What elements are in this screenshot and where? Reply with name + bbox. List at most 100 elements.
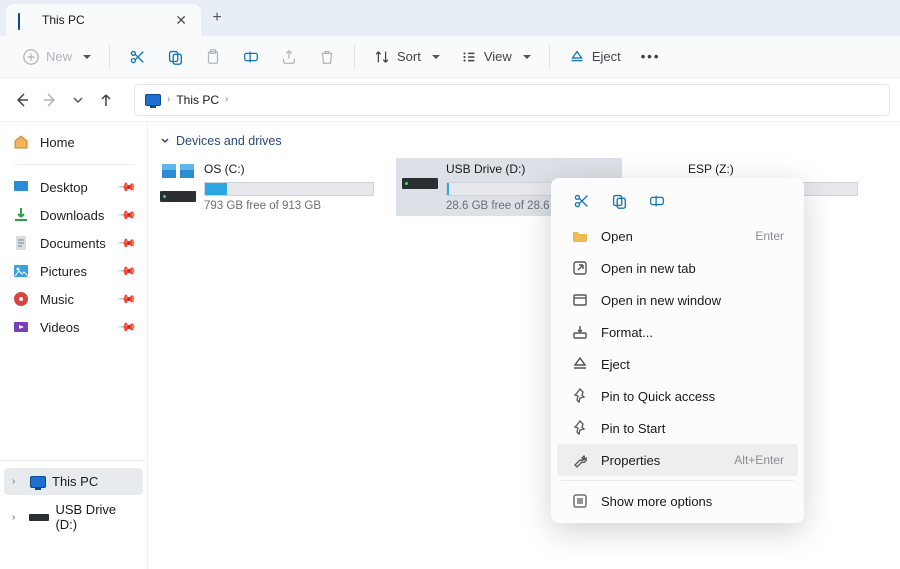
pin-icon [571,419,589,437]
plus-circle-icon [22,48,40,66]
tab-this-pc[interactable]: This PC ✕ [6,4,201,36]
sidebar-item-pictures[interactable]: Pictures 📌 [0,257,147,285]
cut-button[interactable] [120,44,154,70]
new-tab-icon [571,259,589,277]
wrench-icon [571,451,589,469]
monitor-icon [18,14,34,26]
sidebar-tree: › This PC › USB Drive (D:) [0,460,147,563]
ctx-format[interactable]: Format... [557,316,798,348]
ctx-cut-button[interactable] [565,188,597,214]
monitor-icon [145,94,161,106]
drive-free-text: 793 GB free of 913 GB [204,200,374,212]
ctx-copy-button[interactable] [603,188,635,214]
navbar: › This PC › [0,78,900,122]
sidebar-item-videos[interactable]: Videos 📌 [0,313,147,341]
chevron-right-icon: › [12,512,23,523]
drive-os-c[interactable]: OS (C:) 793 GB free of 913 GB [154,158,380,216]
forward-button[interactable] [38,88,62,112]
download-icon [12,206,30,224]
document-icon [12,234,30,252]
drive-icon [402,164,438,212]
picture-icon [12,262,30,280]
arrow-left-icon [14,92,30,108]
sort-button[interactable]: Sort [365,44,448,70]
drive-icon [29,514,49,521]
recent-button[interactable] [66,88,90,112]
sidebar-home[interactable]: Home [0,128,147,156]
tree-this-pc[interactable]: › This PC [4,468,143,495]
tab-title: This PC [42,13,165,27]
trash-icon [318,48,336,66]
address-bar[interactable]: › This PC › [134,84,890,116]
folder-icon [571,227,589,245]
clipboard-icon [204,48,222,66]
ctx-open-new-tab[interactable]: Open in new tab [557,252,798,284]
pin-icon: 📌 [117,205,137,225]
eject-icon [568,48,586,66]
sidebar-item-downloads[interactable]: Downloads 📌 [0,201,147,229]
chevron-down-icon [72,94,84,106]
sidebar-item-music[interactable]: Music 📌 [0,285,147,313]
pin-icon [571,387,589,405]
rename-icon [242,48,260,66]
back-button[interactable] [10,88,34,112]
ctx-pin-quick-access[interactable]: Pin to Quick access [557,380,798,412]
drive-label: ESP (Z:) [688,162,858,176]
sidebar: Home Desktop 📌 Downloads 📌 Documents 📌 P… [0,122,148,569]
paste-button[interactable] [196,44,230,70]
pin-icon: 📌 [117,261,137,281]
copy-icon [166,48,184,66]
video-icon [12,318,30,336]
drive-icon [160,164,196,212]
copy-button[interactable] [158,44,192,70]
chevron-down-icon [160,136,170,146]
tree-usb-drive[interactable]: › USB Drive (D:) [4,496,143,538]
new-button[interactable]: New [14,44,99,70]
context-menu: Open Enter Open in new tab Open in new w… [551,178,804,523]
more-icon [571,492,589,510]
share-icon [280,48,298,66]
arrow-up-icon [98,92,114,108]
pin-icon: 📌 [117,317,137,337]
ctx-open[interactable]: Open Enter [557,220,798,252]
chevron-right-icon: › [12,476,24,487]
rename-button[interactable] [234,44,268,70]
section-devices[interactable]: Devices and drives [154,130,894,152]
scissors-icon [572,192,590,210]
breadcrumb-loc[interactable]: This PC [176,93,219,107]
monitor-icon [30,476,46,488]
share-button[interactable] [272,44,306,70]
sidebar-item-desktop[interactable]: Desktop 📌 [0,173,147,201]
format-icon [571,323,589,341]
sort-icon [373,48,391,66]
close-icon[interactable]: ✕ [173,10,189,31]
music-icon [12,290,30,308]
copy-icon [610,192,628,210]
sidebar-item-documents[interactable]: Documents 📌 [0,229,147,257]
desktop-icon [12,178,30,196]
view-button[interactable]: View [452,44,539,70]
ctx-eject[interactable]: Eject [557,348,798,380]
rename-icon [648,192,666,210]
home-icon [12,133,30,151]
new-window-icon [571,291,589,309]
drive-label: USB Drive (D:) [446,162,616,176]
arrow-right-icon [42,92,58,108]
ctx-open-new-window[interactable]: Open in new window [557,284,798,316]
up-button[interactable] [94,88,118,112]
view-icon [460,48,478,66]
delete-button[interactable] [310,44,344,70]
more-button[interactable]: ••• [633,45,669,68]
eject-icon [571,355,589,373]
ctx-show-more[interactable]: Show more options [557,485,798,517]
ctx-rename-button[interactable] [641,188,673,214]
new-tab-button[interactable]: + [201,9,233,27]
toolbar: New Sort View Eject ••• [0,36,900,78]
titlebar: This PC ✕ + [0,0,900,36]
pin-icon: 📌 [117,177,137,197]
scissors-icon [128,48,146,66]
ctx-properties[interactable]: Properties Alt+Enter [557,444,798,476]
ctx-pin-start[interactable]: Pin to Start [557,412,798,444]
eject-button[interactable]: Eject [560,44,629,70]
pin-icon: 📌 [117,233,137,253]
